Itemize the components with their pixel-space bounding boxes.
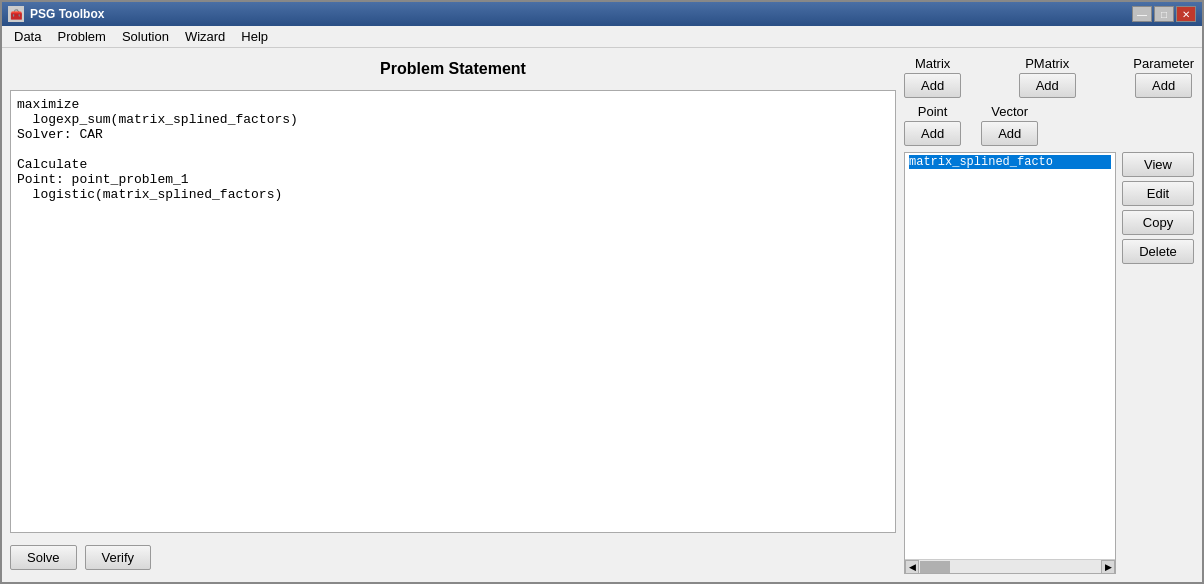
bottom-buttons: Solve Verify bbox=[10, 541, 896, 574]
horizontal-scrollbar[interactable]: ◀ ▶ bbox=[905, 559, 1115, 573]
scroll-track[interactable] bbox=[919, 560, 1101, 574]
menu-problem[interactable]: Problem bbox=[49, 27, 113, 46]
problem-statement-title: Problem Statement bbox=[10, 56, 896, 82]
content-area: Problem Statement maximize logexp_sum(ma… bbox=[2, 48, 1202, 582]
left-panel: Problem Statement maximize logexp_sum(ma… bbox=[10, 56, 896, 574]
minimize-button[interactable]: — bbox=[1132, 6, 1152, 22]
title-bar: 🧰 PSG Toolbox — □ ✕ bbox=[2, 2, 1202, 26]
action-buttons: View Edit Copy Delete bbox=[1122, 152, 1194, 574]
scroll-left-arrow[interactable]: ◀ bbox=[905, 560, 919, 574]
window-controls: — □ ✕ bbox=[1132, 6, 1196, 22]
vector-label: Vector bbox=[991, 104, 1028, 119]
menu-data[interactable]: Data bbox=[6, 27, 49, 46]
list-panel: matrix_splined_facto ◀ ▶ bbox=[904, 152, 1116, 574]
vector-add-button[interactable]: Add bbox=[981, 121, 1038, 146]
right-middle-row: Point Add Vector Add bbox=[904, 104, 1194, 146]
delete-button[interactable]: Delete bbox=[1122, 239, 1194, 264]
menu-solution[interactable]: Solution bbox=[114, 27, 177, 46]
point-add-button[interactable]: Add bbox=[904, 121, 961, 146]
maximize-button[interactable]: □ bbox=[1154, 6, 1174, 22]
close-button[interactable]: ✕ bbox=[1176, 6, 1196, 22]
right-content: matrix_splined_facto ◀ ▶ View Edit Copy … bbox=[904, 152, 1194, 574]
pmatrix-add-button[interactable]: Add bbox=[1019, 73, 1076, 98]
matrix-add-button[interactable]: Add bbox=[904, 73, 961, 98]
window-title: PSG Toolbox bbox=[30, 7, 104, 21]
matrix-label: Matrix bbox=[915, 56, 950, 71]
right-top-row: Matrix Add PMatrix Add Parameter Add bbox=[904, 56, 1194, 98]
menu-bar: Data Problem Solution Wizard Help bbox=[2, 26, 1202, 48]
list-content[interactable]: matrix_splined_facto bbox=[905, 153, 1115, 559]
right-panel: Matrix Add PMatrix Add Parameter Add Poi… bbox=[904, 56, 1194, 574]
point-label: Point bbox=[918, 104, 948, 119]
matrix-group: Matrix Add bbox=[904, 56, 961, 98]
menu-wizard[interactable]: Wizard bbox=[177, 27, 233, 46]
vector-group: Vector Add bbox=[981, 104, 1038, 146]
menu-help[interactable]: Help bbox=[233, 27, 276, 46]
problem-text-area[interactable]: maximize logexp_sum(matrix_splined_facto… bbox=[10, 90, 896, 533]
solve-button[interactable]: Solve bbox=[10, 545, 77, 570]
parameter-add-button[interactable]: Add bbox=[1135, 73, 1192, 98]
app-icon: 🧰 bbox=[8, 6, 24, 22]
main-window: 🧰 PSG Toolbox — □ ✕ Data Problem Solutio… bbox=[0, 0, 1204, 584]
edit-button[interactable]: Edit bbox=[1122, 181, 1194, 206]
scroll-right-arrow[interactable]: ▶ bbox=[1101, 560, 1115, 574]
point-group: Point Add bbox=[904, 104, 961, 146]
view-button[interactable]: View bbox=[1122, 152, 1194, 177]
list-item[interactable]: matrix_splined_facto bbox=[909, 155, 1111, 169]
pmatrix-group: PMatrix Add bbox=[1019, 56, 1076, 98]
title-bar-left: 🧰 PSG Toolbox bbox=[8, 6, 104, 22]
verify-button[interactable]: Verify bbox=[85, 545, 152, 570]
scroll-thumb[interactable] bbox=[920, 561, 950, 573]
copy-button[interactable]: Copy bbox=[1122, 210, 1194, 235]
parameter-group: Parameter Add bbox=[1133, 56, 1194, 98]
pmatrix-label: PMatrix bbox=[1025, 56, 1069, 71]
parameter-label: Parameter bbox=[1133, 56, 1194, 71]
